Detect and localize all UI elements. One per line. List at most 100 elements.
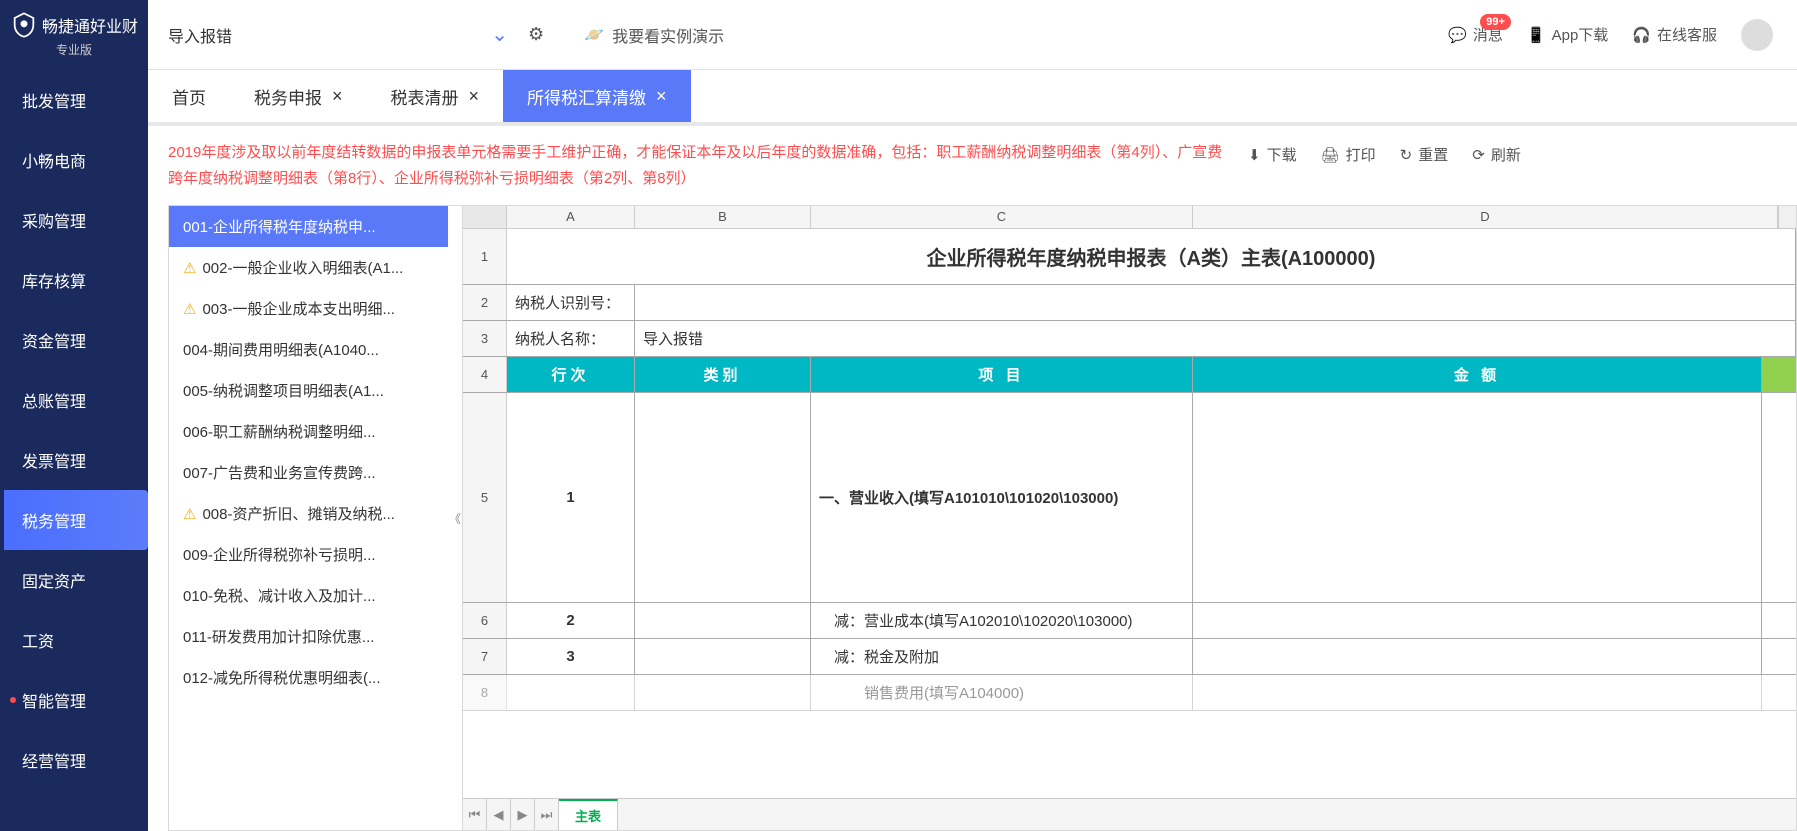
sheet-list-item[interactable]: 007-广告费和业务宣传费跨... <box>169 452 448 493</box>
cell-line-no[interactable]: 2 <box>507 603 635 638</box>
hdr-extra[interactable] <box>1762 357 1796 392</box>
nav-item[interactable]: 固定资产 <box>0 550 148 610</box>
nav-item[interactable]: 批发管理 <box>0 70 148 130</box>
taxpayer-id-value[interactable] <box>635 285 1796 320</box>
cell-line-no[interactable] <box>507 675 635 710</box>
print-button[interactable]: 🖨 打印 <box>1321 144 1376 165</box>
row-header[interactable]: 8 <box>463 675 507 710</box>
cell-category[interactable] <box>635 603 811 638</box>
cell-amount[interactable] <box>1193 393 1762 602</box>
cell-amount[interactable] <box>1193 639 1762 674</box>
col-header-D[interactable]: D <box>1193 206 1778 228</box>
notice-row: 2019年度涉及取以前年度结转数据的申报表单元格需要手工维护正确，才能保证本年及… <box>148 126 1797 205</box>
top-search[interactable]: 导入报错 ⌄ <box>168 17 508 53</box>
col-header-A[interactable]: A <box>507 206 635 228</box>
messages-button[interactable]: 💬 消息 99+ <box>1448 24 1503 45</box>
cell-item[interactable]: 减：税金及附加 <box>811 639 1193 674</box>
sheet-list-item[interactable]: 010-免税、减计收入及加计... <box>169 575 448 616</box>
sheet-list-label: 001-企业所得税年度纳税申... <box>183 216 376 237</box>
row-header[interactable]: 6 <box>463 603 507 638</box>
demo-link[interactable]: 🪐 我要看实例演示 <box>584 23 724 47</box>
tab[interactable]: 税表清册× <box>367 70 504 122</box>
cell-extra[interactable] <box>1762 393 1796 602</box>
row-header[interactable]: 1 <box>463 229 507 284</box>
row-header[interactable]: 3 <box>463 321 507 356</box>
cell-extra[interactable] <box>1762 675 1796 710</box>
hdr-category[interactable]: 类别 <box>635 357 811 392</box>
cell-extra[interactable] <box>1762 639 1796 674</box>
col-header-B[interactable]: B <box>635 206 811 228</box>
nav-item[interactable]: 经营管理 <box>0 730 148 790</box>
refresh-button[interactable]: ⟳ 刷新 <box>1472 144 1521 165</box>
notice-text: 2019年度涉及取以前年度结转数据的申报表单元格需要手工维护正确，才能保证本年及… <box>168 140 1228 191</box>
nav-item[interactable]: 工资 <box>0 610 148 670</box>
nav-item[interactable]: 总账管理 <box>0 370 148 430</box>
sheet-list-item[interactable]: 011-研发费用加计扣除优惠... <box>169 616 448 657</box>
close-icon[interactable]: × <box>656 87 667 105</box>
cell-extra[interactable] <box>1762 603 1796 638</box>
cell-item[interactable]: 销售费用(填写A104000) <box>811 675 1193 710</box>
sheet-list-item[interactable]: ⚠002-一般企业收入明细表(A1... <box>169 247 448 288</box>
sheet-list-item[interactable]: 005-纳税调整项目明细表(A1... <box>169 370 448 411</box>
taxpayer-name-label[interactable]: 纳税人名称： <box>507 321 635 356</box>
nav-item[interactable]: 资金管理 <box>0 310 148 370</box>
download-button[interactable]: ⬇ 下载 <box>1248 144 1297 165</box>
vscroll-track[interactable] <box>1778 206 1796 228</box>
row-header[interactable]: 4 <box>463 357 507 392</box>
sheet-list-item[interactable]: 006-职工薪酬纳税调整明细... <box>169 411 448 452</box>
corner-cell[interactable] <box>463 206 507 228</box>
reset-button[interactable]: ↻ 重置 <box>1400 144 1449 165</box>
tab[interactable]: 税务申报× <box>230 70 367 122</box>
sheet-list-item[interactable]: 012-减免所得税优惠明细表(... <box>169 657 448 698</box>
collapse-handle[interactable]: 《 <box>448 205 462 831</box>
cell-item[interactable]: 一、营业收入(填写A101010\101020\103000) <box>811 393 1193 602</box>
sheet-nav-last-icon[interactable]: ⏭ <box>535 799 559 830</box>
sheet-list-item[interactable]: ⚠003-一般企业成本支出明细... <box>169 288 448 329</box>
sheet-nav-prev-icon[interactable]: ◀ <box>487 799 511 830</box>
nav-item[interactable]: 采购管理 <box>0 190 148 250</box>
chevron-down-icon[interactable]: ⌄ <box>491 22 508 47</box>
cell-category[interactable] <box>635 639 811 674</box>
hdr-amount[interactable]: 金 额 <box>1193 357 1762 392</box>
sheet-tab[interactable]: 主表 <box>559 799 618 830</box>
sheet-list-item[interactable]: ⚠008-资产折旧、摊销及纳税... <box>169 493 448 534</box>
close-icon[interactable]: × <box>469 87 480 105</box>
nav-item[interactable]: 智能管理 <box>0 670 148 730</box>
support-button[interactable]: 🎧 在线客服 <box>1632 24 1717 45</box>
row-header[interactable]: 5 <box>463 393 507 602</box>
close-icon[interactable]: × <box>332 87 343 105</box>
cell-line-no[interactable]: 3 <box>507 639 635 674</box>
tab[interactable]: 所得税汇算清缴× <box>503 70 691 122</box>
cell-category[interactable] <box>635 393 811 602</box>
hdr-line-no[interactable]: 行次 <box>507 357 635 392</box>
nav-item[interactable]: 发票管理 <box>0 430 148 490</box>
form-title[interactable]: 企业所得税年度纳税申报表（A类）主表(A100000) <box>507 229 1796 284</box>
sheet-nav-next-icon[interactable]: ▶ <box>511 799 535 830</box>
taxpayer-name-value[interactable]: 导入报错 <box>635 321 1796 356</box>
sheet-list-label: 010-免税、减计收入及加计... <box>183 585 376 606</box>
sheet-list-item[interactable]: 004-期间费用明细表(A1040... <box>169 329 448 370</box>
cell-amount[interactable] <box>1193 675 1762 710</box>
grid-row: 5 1 一、营业收入(填写A101010\101020\103000) <box>463 393 1796 603</box>
row-header[interactable]: 7 <box>463 639 507 674</box>
taxpayer-id-label[interactable]: 纳税人识别号： <box>507 285 635 320</box>
col-header-C[interactable]: C <box>811 206 1193 228</box>
sheet-list-item[interactable]: 009-企业所得税弥补亏损明... <box>169 534 448 575</box>
cell-amount[interactable] <box>1193 603 1762 638</box>
sheet-list-item[interactable]: 001-企业所得税年度纳税申... <box>169 206 448 247</box>
nav-item[interactable]: 税务管理 <box>4 490 148 550</box>
tab[interactable]: 首页 <box>148 70 230 122</box>
grid-row: 8 销售费用(填写A104000) <box>463 675 1796 711</box>
avatar[interactable] <box>1741 19 1773 51</box>
cell-item[interactable]: 减：营业成本(填写A102010\102020\103000) <box>811 603 1193 638</box>
nav-item[interactable]: 库存核算 <box>0 250 148 310</box>
cell-category[interactable] <box>635 675 811 710</box>
left-nav: 批发管理小畅电商采购管理库存核算资金管理总账管理发票管理税务管理固定资产工资智能… <box>0 70 148 831</box>
sheet-nav-first-icon[interactable]: ⏮ <box>463 799 487 830</box>
cell-line-no[interactable]: 1 <box>507 393 635 602</box>
gear-icon[interactable]: ⚙ <box>528 24 544 45</box>
app-download-button[interactable]: 📱 App下载 <box>1527 24 1608 45</box>
nav-item[interactable]: 小畅电商 <box>0 130 148 190</box>
hdr-item[interactable]: 项 目 <box>811 357 1193 392</box>
row-header[interactable]: 2 <box>463 285 507 320</box>
